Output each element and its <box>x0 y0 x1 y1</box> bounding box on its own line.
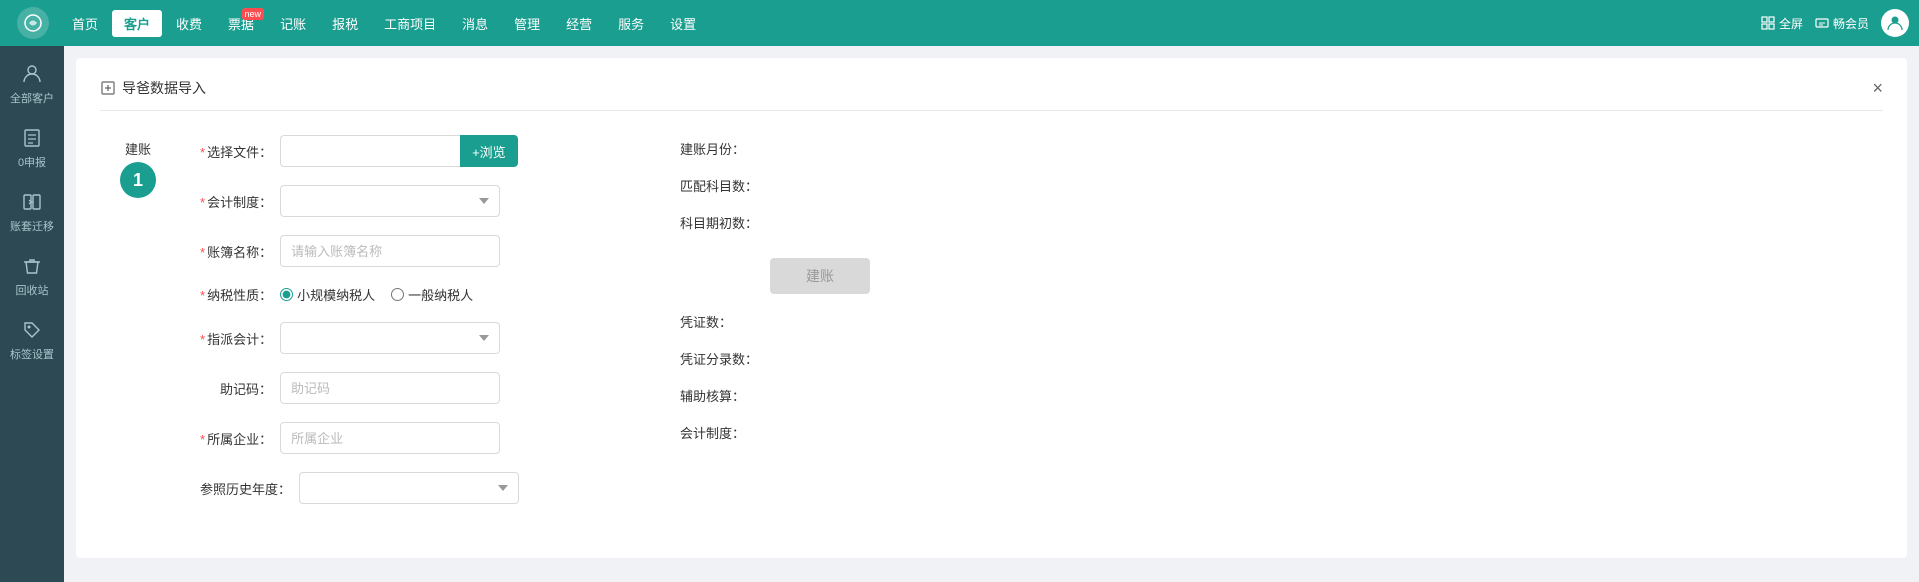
import-icon <box>100 80 116 96</box>
fullscreen-btn[interactable]: 全屏 <box>1761 15 1803 32</box>
accounting-system-label: 会计制度： <box>200 192 272 211</box>
match-subjects-label: 匹配科目数： <box>680 176 758 195</box>
right-accounting-system-label: 会计制度： <box>680 423 745 442</box>
nav-customer[interactable]: 客户 <box>112 10 162 37</box>
build-month-label: 建账月份： <box>680 139 745 158</box>
main-content: 导爸数据导入 × 建账 1 选择文件： <box>64 46 1919 582</box>
panel-title: 导爸数据导入 <box>100 78 206 98</box>
panel-header: 导爸数据导入 × <box>100 78 1883 111</box>
report-icon <box>20 126 44 150</box>
tax-nature-label: 纳税性质： <box>200 285 272 304</box>
browse-button[interactable]: +浏览 <box>460 135 518 167</box>
step-badge: 1 <box>120 162 156 198</box>
nav-right: 全屏 畅会员 <box>1761 9 1909 37</box>
nav-bookkeeping[interactable]: 记账 <box>268 10 318 37</box>
sidebar-item-zero-report[interactable]: 0申报 <box>0 118 64 178</box>
voucher-entries-label: 凭证分录数： <box>680 349 758 368</box>
nav-settings[interactable]: 设置 <box>658 10 708 37</box>
file-input-group: +浏览 <box>280 135 518 167</box>
file-input[interactable] <box>280 135 460 167</box>
form-right: 建账月份： 匹配科目数： 科目期初数： 建账 凭证 <box>680 135 960 504</box>
subject-initial-row: 科目期初数： <box>680 213 960 232</box>
sidebar: 全部客户 0申报 账套迁移 <box>0 46 64 582</box>
tag-icon <box>20 318 44 342</box>
belong-company-input[interactable] <box>280 422 500 454</box>
nav-service[interactable]: 服务 <box>606 10 656 37</box>
tax-nature-group: 小规模纳税人 一般纳税人 <box>280 285 473 304</box>
assign-accountant-label: 指派会计： <box>200 329 272 348</box>
migrate-icon <box>20 190 44 214</box>
user-icon <box>20 62 44 86</box>
subject-initial-label: 科目期初数： <box>680 213 758 232</box>
sidebar-item-tag[interactable]: 标签设置 <box>0 310 64 370</box>
tax-general-radio[interactable] <box>391 288 404 301</box>
nav-business[interactable]: 工商项目 <box>372 10 448 37</box>
select-file-label: 选择文件： <box>200 142 272 161</box>
form-body: 建账 1 选择文件： +浏览 <box>100 135 1883 504</box>
memo-code-row: 助记码： <box>200 372 600 404</box>
memo-code-input[interactable] <box>280 372 500 404</box>
nav-message[interactable]: 消息 <box>450 10 500 37</box>
voucher-count-label: 凭证数： <box>680 312 732 331</box>
voucher-entries-row: 凭证分录数： <box>680 349 960 368</box>
right-accounting-system-row: 会计制度： <box>680 423 960 442</box>
build-label: 建账 <box>125 139 151 158</box>
panel: 导爸数据导入 × 建账 1 选择文件： <box>76 58 1907 558</box>
close-button[interactable]: × <box>1872 79 1883 97</box>
avatar[interactable] <box>1881 9 1909 37</box>
build-month-row: 建账月份： <box>680 139 960 158</box>
ref-history-year-select[interactable] <box>299 472 519 504</box>
member-btn[interactable]: 畅会员 <box>1815 15 1869 32</box>
build-account-button[interactable]: 建账 <box>770 258 870 294</box>
top-nav: 首页 客户 收费 票据 new 记账 报税 工商项目 消息 管理 经营 服务 设… <box>0 0 1919 46</box>
sidebar-item-trash[interactable]: 回收站 <box>0 246 64 306</box>
ledger-name-input[interactable] <box>280 235 500 267</box>
belong-company-label: 所属企业： <box>200 429 272 448</box>
layout: 全部客户 0申报 账套迁移 <box>0 46 1919 582</box>
ledger-name-label: 账簿名称： <box>200 242 272 261</box>
nav-tax[interactable]: 报税 <box>320 10 370 37</box>
sidebar-item-migrate[interactable]: 账套迁移 <box>0 182 64 242</box>
memo-code-label: 助记码： <box>200 379 272 398</box>
tax-small-radio[interactable] <box>280 288 293 301</box>
assign-accountant-select[interactable] <box>280 322 500 354</box>
new-badge: new <box>242 8 265 20</box>
tax-general-label[interactable]: 一般纳税人 <box>391 285 473 304</box>
nav-fees[interactable]: 收费 <box>164 10 214 37</box>
form-left: 选择文件： +浏览 会计制度： <box>200 135 600 504</box>
trash-icon <box>20 254 44 278</box>
accounting-system-select[interactable] <box>280 185 500 217</box>
nav-operation[interactable]: 经营 <box>554 10 604 37</box>
nav-manage[interactable]: 管理 <box>502 10 552 37</box>
sidebar-item-all-customers[interactable]: 全部客户 <box>0 54 64 114</box>
nav-home[interactable]: 首页 <box>60 10 110 37</box>
ledger-name-row: 账簿名称： <box>200 235 600 267</box>
match-subjects-row: 匹配科目数： <box>680 176 960 195</box>
accounting-system-row: 会计制度： <box>200 185 600 217</box>
nav-invoice[interactable]: 票据 new <box>216 10 266 37</box>
assign-accountant-row: 指派会计： <box>200 322 600 354</box>
ref-history-year-row: 参照历史年度： <box>200 472 600 504</box>
ref-history-year-label: 参照历史年度： <box>200 479 291 498</box>
tax-nature-row: 纳税性质： 小规模纳税人 一般纳税人 <box>200 285 600 304</box>
nav-items: 首页 客户 收费 票据 new 记账 报税 工商项目 消息 管理 经营 服务 设… <box>60 10 1761 37</box>
logo[interactable] <box>10 0 56 46</box>
select-file-row: 选择文件： +浏览 <box>200 135 600 167</box>
belong-company-row: 所属企业： <box>200 422 600 454</box>
aux-accounting-label: 辅助核算： <box>680 386 745 405</box>
voucher-count-row: 凭证数： <box>680 312 960 331</box>
tax-small-label[interactable]: 小规模纳税人 <box>280 285 375 304</box>
aux-accounting-row: 辅助核算： <box>680 386 960 405</box>
